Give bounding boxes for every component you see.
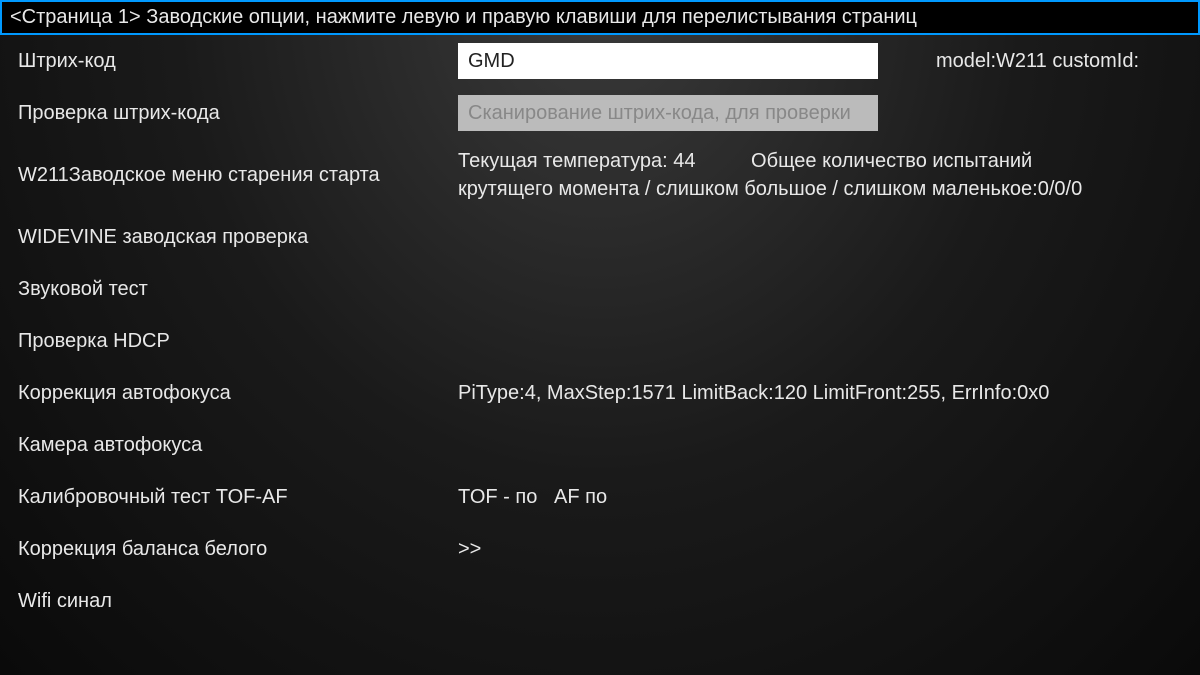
barcode-input[interactable] xyxy=(458,43,878,79)
row-af-camera[interactable]: Камера автофокуса xyxy=(18,419,1182,471)
aging-menu-label: W211Заводское меню старения старта xyxy=(18,164,458,187)
aging-torque-line: крутящего момента / слишком большое / сл… xyxy=(458,175,1082,203)
settings-list: Штрих-код model:W211 customId: Проверка … xyxy=(0,35,1200,627)
row-widevine[interactable]: WIDEVINE заводская проверка xyxy=(18,211,1182,263)
barcode-check-value-area xyxy=(458,95,1182,131)
row-barcode[interactable]: Штрих-код model:W211 customId: xyxy=(18,35,1182,87)
header-title: <Страница 1> Заводские опции, нажмите ле… xyxy=(10,6,917,28)
row-af-correction[interactable]: Коррекция автофокуса PiType:4, MaxStep:1… xyxy=(18,367,1182,419)
row-tof-af[interactable]: Калибровочный тест TOF-AF TOF - по AF по xyxy=(18,471,1182,523)
page-header: <Страница 1> Заводские опции, нажмите ле… xyxy=(0,0,1200,35)
wb-correction-label: Коррекция баланса белого xyxy=(18,538,458,561)
tof-af-value: TOF - по AF по xyxy=(458,486,1182,509)
wifi-label: Wifi синал xyxy=(18,590,458,613)
barcode-check-input[interactable] xyxy=(458,95,878,131)
row-wifi[interactable]: Wifi синал xyxy=(18,575,1182,627)
tof-af-label: Калибровочный тест TOF-AF xyxy=(18,486,458,509)
row-barcode-check[interactable]: Проверка штрих-кода xyxy=(18,87,1182,139)
af-correction-value: PiType:4, MaxStep:1571 LimitBack:120 Lim… xyxy=(458,382,1182,405)
barcode-value-area: model:W211 customId: xyxy=(458,43,1182,79)
row-sound-test[interactable]: Звуковой тест xyxy=(18,263,1182,315)
model-info: model:W211 customId: xyxy=(936,50,1139,73)
aging-temp-line: Текущая температура: 44 Общее количество… xyxy=(458,147,1082,175)
aging-menu-status: Текущая температура: 44 Общее количество… xyxy=(458,147,1182,203)
barcode-check-label: Проверка штрих-кода xyxy=(18,102,458,125)
row-aging-menu[interactable]: W211Заводское меню старения старта Текущ… xyxy=(18,139,1182,211)
row-hdcp[interactable]: Проверка HDCP xyxy=(18,315,1182,367)
widevine-label: WIDEVINE заводская проверка xyxy=(18,226,458,249)
hdcp-label: Проверка HDCP xyxy=(18,330,458,353)
af-correction-label: Коррекция автофокуса xyxy=(18,382,458,405)
sound-test-label: Звуковой тест xyxy=(18,278,458,301)
af-camera-label: Камера автофокуса xyxy=(18,434,458,457)
barcode-label: Штрих-код xyxy=(18,50,458,73)
wb-correction-value: >> xyxy=(458,538,1182,561)
row-wb-correction[interactable]: Коррекция баланса белого >> xyxy=(18,523,1182,575)
